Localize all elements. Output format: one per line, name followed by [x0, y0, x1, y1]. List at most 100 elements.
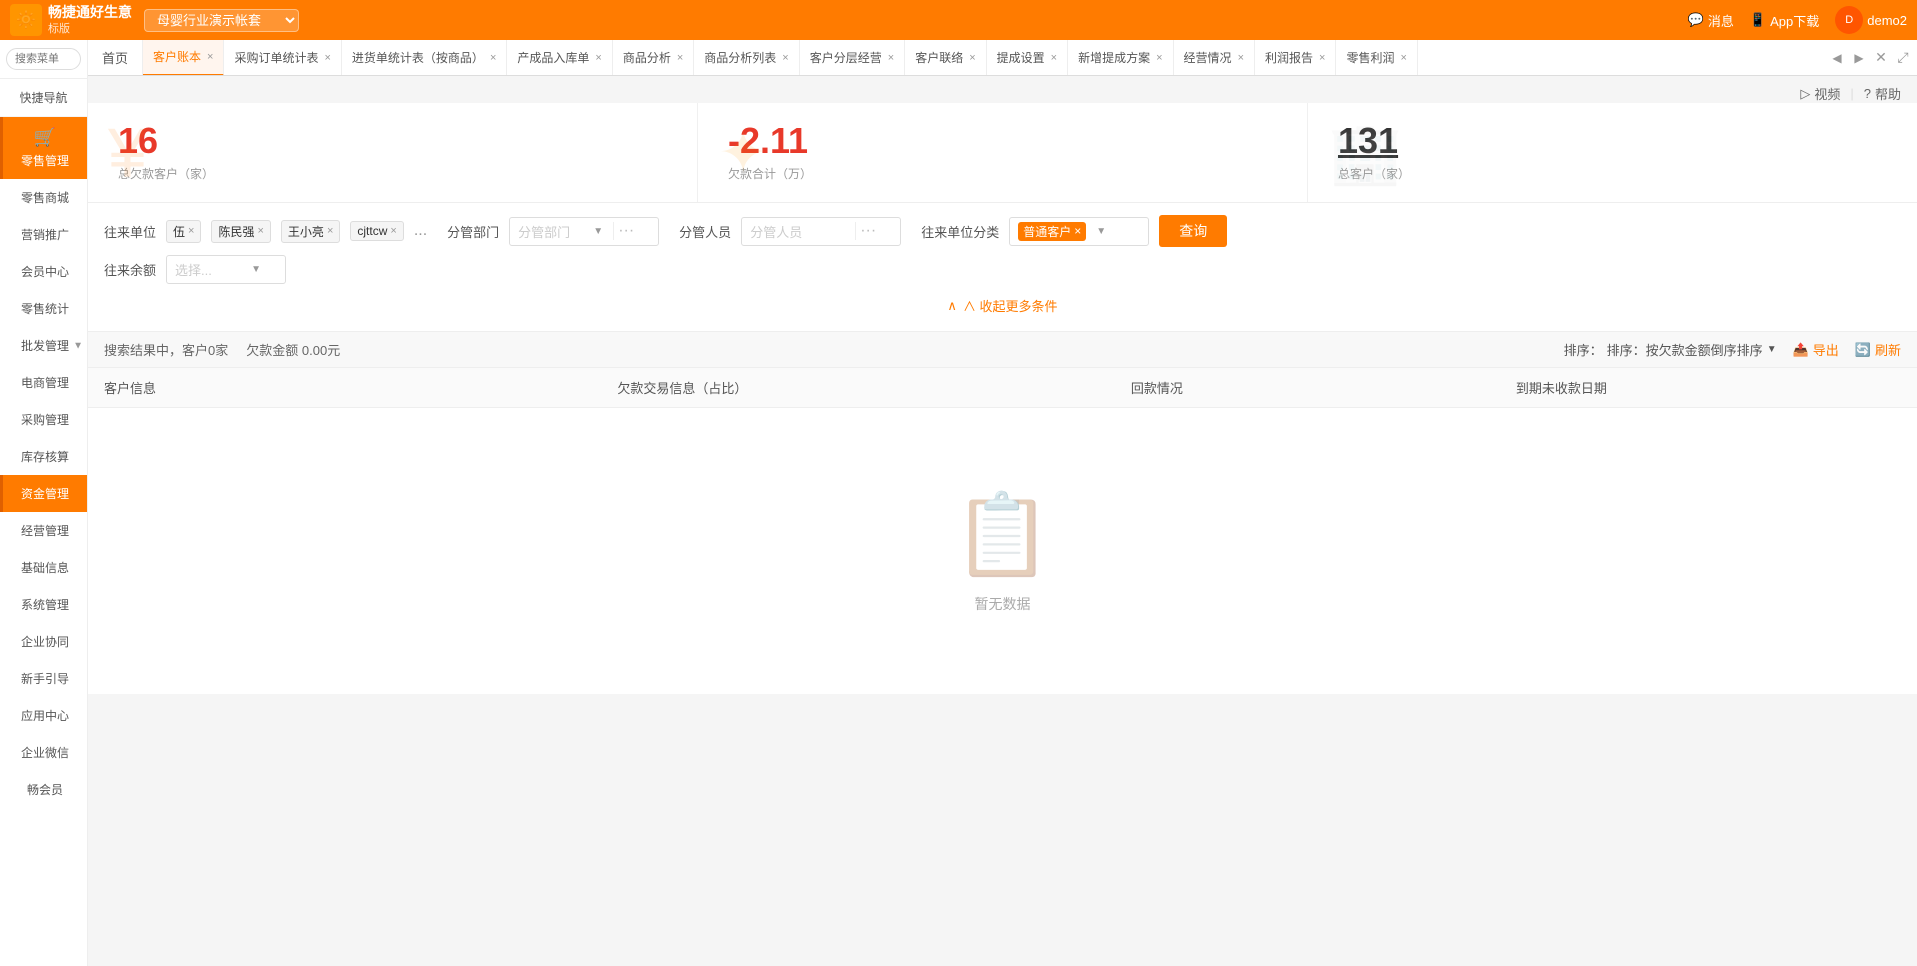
message-icon: 💬 — [1688, 12, 1704, 28]
tab-purchase-order-stats[interactable]: 采购订单统计表 × — [224, 40, 341, 76]
sidebar-item-app-center[interactable]: 应用中心 — [0, 697, 87, 734]
top-actions: 💬 消息 📱 App下载 D demo2 — [1688, 6, 1907, 34]
chevron-down-icon-class: ▼ — [1096, 226, 1106, 237]
filter-tag-remove-wang[interactable]: × — [327, 225, 333, 237]
sidebar-item-purchase-mgmt[interactable]: 采购管理 — [0, 401, 87, 438]
search-input[interactable] — [6, 48, 81, 70]
filter-tag-remove-normal[interactable]: × — [1074, 224, 1081, 238]
export-icon: 📤 — [1793, 342, 1809, 358]
sidebar-item-system-mgmt[interactable]: 系统管理 — [0, 586, 87, 623]
filter-tag-remove-chen[interactable]: × — [257, 225, 263, 237]
app-download-button[interactable]: 📱 App下载 — [1750, 11, 1819, 30]
message-button[interactable]: 💬 消息 — [1688, 11, 1734, 30]
tab-next-arrow[interactable]: ▶ — [1849, 48, 1869, 68]
clear-dept-icon[interactable]: ··· — [613, 222, 634, 240]
filter-label-balance: 往来余额 — [104, 260, 156, 279]
export-button[interactable]: 📤 导出 — [1793, 340, 1839, 359]
stat-card-debt-total: ✦ -2.11 欠款合计（万） — [698, 103, 1308, 202]
tab-home[interactable]: 首页 — [88, 40, 143, 76]
filter-select-balance[interactable]: 选择... ▼ — [166, 255, 286, 284]
tab-profit-report[interactable]: 利润报告 × — [1255, 40, 1336, 76]
tab-customer-contact[interactable]: 客户联络 × — [905, 40, 986, 76]
filter-select-unit-class[interactable]: 普通客户 × ▼ — [1009, 217, 1149, 246]
sidebar-item-quick-nav[interactable]: 快捷导航 — [0, 79, 87, 117]
tab-finished-goods[interactable]: 产成品入库单 × — [507, 40, 612, 76]
filter-tag-wangxiaoliang: 王小亮 × — [281, 220, 340, 243]
collapse-more-button[interactable]: ∧ ∧ 收起更多条件 — [937, 292, 1067, 319]
tab-close-customer-segment[interactable]: × — [888, 52, 894, 64]
tab-close-purchase-order[interactable]: × — [324, 52, 330, 64]
filter-label-department: 分管部门 — [447, 222, 499, 241]
sidebar-item-inventory[interactable]: 库存核算 — [0, 438, 87, 475]
tab-close-product-analysis[interactable]: × — [677, 52, 683, 64]
tab-customer-segment[interactable]: 客户分层经营 × — [800, 40, 905, 76]
sidebar-item-retail-mall[interactable]: 零售商城 — [0, 179, 87, 216]
filter-tag-remove-cjttcw[interactable]: × — [390, 225, 396, 237]
tab-close-all[interactable]: ✕ — [1871, 48, 1891, 68]
filter-tag-chenminqiang: 陈民强 × — [211, 220, 270, 243]
filter-more-tags[interactable]: ... — [414, 222, 427, 240]
sidebar-item-ecommerce[interactable]: 电商管理 — [0, 364, 87, 401]
filter-row-1: 往来单位 伍 × 陈民强 × 王小亮 × — [104, 215, 1901, 247]
retail-icon: 🛒 — [34, 127, 56, 148]
video-button[interactable]: ▷ 视频 — [1800, 84, 1840, 103]
clear-manager-icon[interactable]: ··· — [855, 222, 876, 240]
sidebar-item-basic-info[interactable]: 基础信息 — [0, 549, 87, 586]
tab-purchase-stats-by-product[interactable]: 进货单统计表（按商品） × — [342, 40, 507, 76]
filter-label-unit-class: 往来单位分类 — [921, 222, 999, 241]
tab-close-retail-profit[interactable]: × — [1400, 52, 1406, 64]
tab-close-customer-ledger[interactable]: × — [207, 51, 213, 63]
filter-label-unit: 往来单位 — [104, 222, 156, 241]
sidebar-item-retail-stats[interactable]: 零售统计 — [0, 290, 87, 327]
tab-navigation: ◀ ▶ ✕ ⤢ — [1823, 48, 1917, 68]
refresh-button[interactable]: 🔄 刷新 — [1855, 340, 1901, 359]
tab-product-analysis[interactable]: 商品分析 × — [613, 40, 694, 76]
tab-expand[interactable]: ⤢ — [1893, 48, 1913, 68]
sidebar-item-marketing[interactable]: 营销推广 — [0, 216, 87, 253]
tab-operations[interactable]: 经营情况 × — [1174, 40, 1255, 76]
stat-bg-icon-1: ¥ — [108, 113, 147, 193]
tab-customer-ledger[interactable]: 客户账本 × — [143, 40, 224, 76]
help-button[interactable]: ? 帮助 — [1864, 84, 1901, 103]
tab-retail-profit[interactable]: 零售利润 × — [1336, 40, 1417, 76]
sidebar-item-enterprise-collab[interactable]: 企业协同 — [0, 623, 87, 660]
sort-select[interactable]: 排序： 排序：按欠款金额倒序排序 ▼ — [1564, 340, 1777, 359]
sidebar-item-finance-mgmt[interactable]: 资金管理 — [0, 475, 87, 512]
stat-card-debt-customers: ¥ 16 总欠款客户（家） — [88, 103, 698, 202]
tab-close-new-commission[interactable]: × — [1156, 52, 1162, 64]
user-profile[interactable]: D demo2 — [1835, 6, 1907, 34]
sidebar-item-member-center[interactable]: 会员中心 — [0, 253, 87, 290]
sidebar-item-chang-member[interactable]: 畅会员 — [0, 771, 87, 808]
filter-select-department[interactable]: 分管部门 ▼ ··· — [509, 217, 659, 246]
main-content: ▷ 视频 | ? 帮助 ¥ 16 总欠款客户（家） — [88, 76, 1917, 966]
tab-prev-arrow[interactable]: ◀ — [1827, 48, 1847, 68]
table-area: 客户信息 欠款交易信息（占比） 回款情况 到期未收款日期 📋 暂无数据 — [88, 368, 1917, 694]
col-header-debt-info: 欠款交易信息（占比） — [617, 378, 1130, 397]
avatar: D — [1835, 6, 1863, 34]
stat-bg-icon-3: 🏢 — [1328, 117, 1403, 188]
tab-product-analysis-list[interactable]: 商品分析列表 × — [694, 40, 799, 76]
tab-commission-settings[interactable]: 提成设置 × — [987, 40, 1068, 76]
search-result-text: 搜索结果中，客户0家 — [104, 343, 228, 358]
sidebar-item-retail-mgmt[interactable]: 🛒 零售管理 — [0, 117, 87, 179]
sidebar-item-operations-mgmt[interactable]: 经营管理 — [0, 512, 87, 549]
tab-close-purchase-stats[interactable]: × — [490, 52, 496, 64]
tab-close-finished-goods[interactable]: × — [595, 52, 601, 64]
tab-new-commission[interactable]: 新增提成方案 × — [1068, 40, 1173, 76]
query-button[interactable]: 查询 — [1159, 215, 1227, 247]
sidebar-item-newbie-guide[interactable]: 新手引导 — [0, 660, 87, 697]
tab-close-profit[interactable]: × — [1319, 52, 1325, 64]
tab-close-operations[interactable]: × — [1238, 52, 1244, 64]
filter-tag-remove-wu[interactable]: × — [188, 225, 194, 237]
collapse-icon: ∧ — [947, 298, 957, 314]
sidebar-item-enterprise-wechat[interactable]: 企业微信 — [0, 734, 87, 771]
debt-amount-text: 欠款金额 0.00元 — [246, 343, 340, 358]
sidebar-item-wholesale-mgmt[interactable]: 批发管理 ▼ — [0, 327, 87, 364]
sort-label: 排序： — [1564, 340, 1603, 359]
logo-text: 畅捷通好生意 — [48, 4, 132, 21]
tab-close-customer-contact[interactable]: × — [969, 52, 975, 64]
tab-close-product-list[interactable]: × — [782, 52, 788, 64]
tab-close-commission[interactable]: × — [1051, 52, 1057, 64]
demo-select[interactable]: 母婴行业演示帐套 — [144, 9, 299, 32]
filter-select-manager[interactable]: 分管人员 ··· — [741, 217, 901, 246]
